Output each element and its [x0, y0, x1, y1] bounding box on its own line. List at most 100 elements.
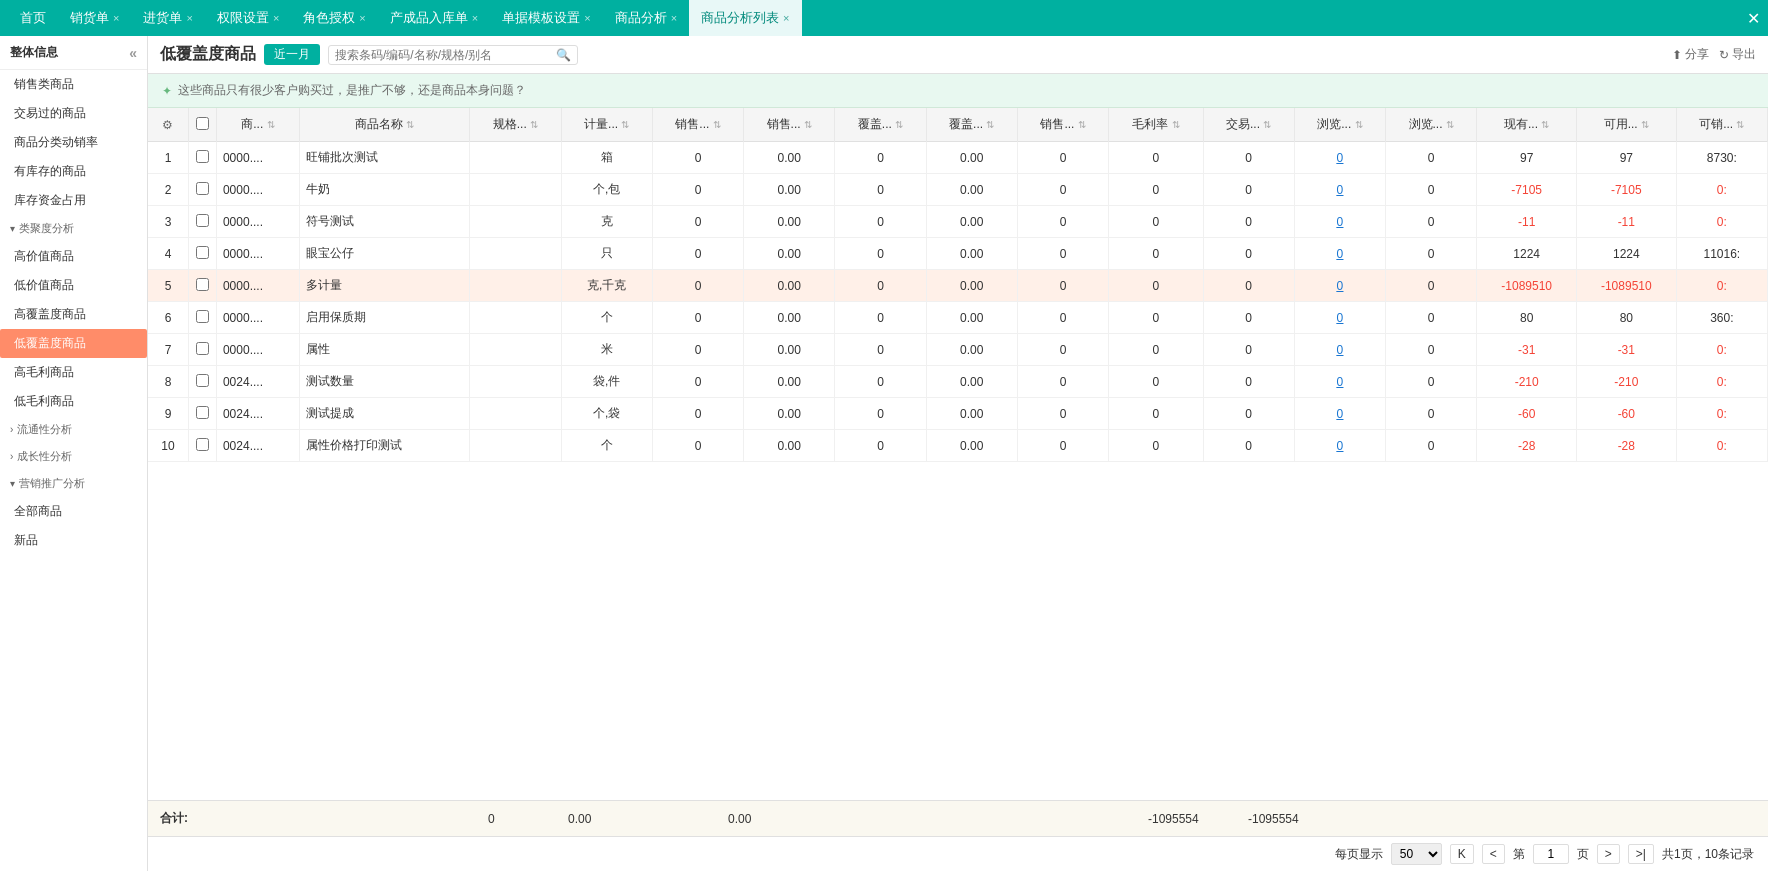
- row-name: 测试数量: [299, 366, 469, 398]
- row-select-checkbox[interactable]: [196, 150, 209, 163]
- info-banner: ✦ 这些商品只有很少客户购买过，是推广不够，还是商品本身问题？: [148, 74, 1768, 108]
- page-number-input[interactable]: [1533, 844, 1569, 864]
- nav-tab-finished-goods[interactable]: 产成品入库单 ×: [378, 0, 490, 36]
- sidebar-item-new-goods[interactable]: 新品: [0, 526, 147, 555]
- column-code: 商... ⇅: [216, 108, 299, 142]
- sidebar-item-high-coverage[interactable]: 高覆盖度商品: [0, 300, 147, 329]
- row-select-checkbox[interactable]: [196, 182, 209, 195]
- close-icon[interactable]: ×: [186, 12, 192, 24]
- close-icon[interactable]: ×: [359, 12, 365, 24]
- arrow-icon: ▾: [10, 478, 15, 489]
- row-browse1[interactable]: 0: [1294, 398, 1385, 430]
- search-icon[interactable]: 🔍: [556, 48, 571, 62]
- row-sales-amt: 0.00: [744, 366, 835, 398]
- sidebar-item-all-goods[interactable]: 全部商品: [0, 497, 147, 526]
- export-button[interactable]: ↻ 导出: [1719, 46, 1756, 63]
- close-all-icon[interactable]: ✕: [1747, 9, 1760, 28]
- row-sales3: 0: [1017, 302, 1108, 334]
- select-all-checkbox[interactable]: [196, 117, 209, 130]
- row-margin: 0: [1109, 238, 1203, 270]
- content-area: 低覆盖度商品 近一月 🔍 ⬆ 分享 ↻ 导出 ✦ 这些商品只有很少客户购买过，是…: [148, 36, 1768, 871]
- close-icon[interactable]: ×: [273, 12, 279, 24]
- page-size-label: 每页显示: [1335, 846, 1383, 863]
- row-cover1: 0: [835, 270, 926, 302]
- total-current-stock: -1095554: [1148, 812, 1228, 826]
- sidebar-item-low-margin[interactable]: 低毛利商品: [0, 387, 147, 416]
- nav-tab-sales[interactable]: 销货单 ×: [58, 0, 131, 36]
- time-filter-button[interactable]: 近一月: [264, 44, 320, 65]
- sidebar-item-category-rate[interactable]: 商品分类动销率: [0, 128, 147, 157]
- sidebar-item-capital-usage[interactable]: 库存资金占用: [0, 186, 147, 215]
- close-icon[interactable]: ×: [472, 12, 478, 24]
- row-select-checkbox[interactable]: [196, 246, 209, 259]
- row-checkbox[interactable]: [188, 270, 216, 302]
- sidebar-item-stocked-goods[interactable]: 有库存的商品: [0, 157, 147, 186]
- column-sales-qty: 销售... ⇅: [652, 108, 743, 142]
- row-select-checkbox[interactable]: [196, 214, 209, 227]
- sidebar-item-low-value[interactable]: 低价值商品: [0, 271, 147, 300]
- row-select-checkbox[interactable]: [196, 342, 209, 355]
- row-checkbox[interactable]: [188, 398, 216, 430]
- row-browse1[interactable]: 0: [1294, 238, 1385, 270]
- row-checkbox[interactable]: [188, 142, 216, 174]
- row-checkbox[interactable]: [188, 302, 216, 334]
- row-available-stock: 1224: [1576, 238, 1676, 270]
- row-checkbox[interactable]: [188, 366, 216, 398]
- row-select-checkbox[interactable]: [196, 438, 209, 451]
- row-name: 旺铺批次测试: [299, 142, 469, 174]
- page-size-select[interactable]: 50 20 100 200: [1391, 843, 1442, 865]
- close-icon[interactable]: ×: [584, 12, 590, 24]
- row-trade: 0: [1203, 334, 1294, 366]
- row-unit: 克: [561, 206, 652, 238]
- table-row: 10 0024.... 属性价格打印测试 个 0 0.00 0 0.00 0 0…: [148, 430, 1768, 462]
- sidebar-section-circulation[interactable]: › 流通性分析: [0, 416, 147, 443]
- sidebar-item-high-value[interactable]: 高价值商品: [0, 242, 147, 271]
- last-page-button[interactable]: >|: [1628, 844, 1654, 864]
- nav-tab-purchase[interactable]: 进货单 ×: [131, 0, 204, 36]
- nav-tab-product-analysis-list[interactable]: 商品分析列表 ×: [689, 0, 801, 36]
- sidebar-section-cluster[interactable]: ▾ 类聚度分析: [0, 215, 147, 242]
- nav-tab-product-analysis[interactable]: 商品分析 ×: [603, 0, 689, 36]
- next-page-button[interactable]: >: [1597, 844, 1620, 864]
- sidebar-item-traded-goods[interactable]: 交易过的商品: [0, 99, 147, 128]
- sidebar-header: 整体信息 «: [0, 36, 147, 70]
- nav-tab-roles[interactable]: 角色授权 ×: [291, 0, 377, 36]
- share-button[interactable]: ⬆ 分享: [1672, 46, 1709, 63]
- row-select-checkbox[interactable]: [196, 406, 209, 419]
- sidebar-collapse-btn[interactable]: «: [129, 45, 137, 61]
- row-browse1[interactable]: 0: [1294, 366, 1385, 398]
- row-unit: 个: [561, 302, 652, 334]
- row-browse1[interactable]: 0: [1294, 142, 1385, 174]
- row-select-checkbox[interactable]: [196, 374, 209, 387]
- row-select-checkbox[interactable]: [196, 310, 209, 323]
- row-checkbox[interactable]: [188, 334, 216, 366]
- prev-page-button[interactable]: <: [1482, 844, 1505, 864]
- first-page-button[interactable]: K: [1450, 844, 1474, 864]
- row-browse1[interactable]: 0: [1294, 334, 1385, 366]
- sidebar-item-sales-goods[interactable]: 销售类商品: [0, 70, 147, 99]
- nav-tab-home[interactable]: 首页: [8, 0, 58, 36]
- row-checkbox[interactable]: [188, 430, 216, 462]
- row-checkbox[interactable]: [188, 206, 216, 238]
- row-browse1[interactable]: 0: [1294, 270, 1385, 302]
- row-checkbox[interactable]: [188, 238, 216, 270]
- table-body: 1 0000.... 旺铺批次测试 箱 0 0.00 0 0.00 0 0 0 …: [148, 142, 1768, 462]
- nav-tab-permissions[interactable]: 权限设置 ×: [205, 0, 291, 36]
- close-icon[interactable]: ×: [113, 12, 119, 24]
- row-checkbox[interactable]: [188, 174, 216, 206]
- row-browse1[interactable]: 0: [1294, 206, 1385, 238]
- row-current-stock: -31: [1477, 334, 1577, 366]
- sidebar-item-low-coverage[interactable]: 低覆盖度商品: [0, 329, 147, 358]
- row-browse1[interactable]: 0: [1294, 174, 1385, 206]
- search-input[interactable]: [335, 48, 556, 62]
- sidebar-item-high-margin[interactable]: 高毛利商品: [0, 358, 147, 387]
- close-icon[interactable]: ×: [783, 12, 789, 24]
- row-browse1[interactable]: 0: [1294, 430, 1385, 462]
- sidebar-section-growth[interactable]: › 成长性分析: [0, 443, 147, 470]
- nav-tab-templates[interactable]: 单据模板设置 ×: [490, 0, 602, 36]
- column-settings[interactable]: ⚙: [148, 108, 188, 142]
- sidebar-section-marketing[interactable]: ▾ 营销推广分析: [0, 470, 147, 497]
- row-browse1[interactable]: 0: [1294, 302, 1385, 334]
- close-icon[interactable]: ×: [671, 12, 677, 24]
- row-select-checkbox[interactable]: [196, 278, 209, 291]
